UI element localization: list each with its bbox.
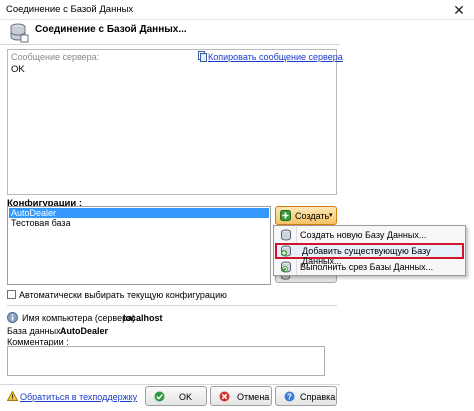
menu-item-add-existing-database[interactable]: Добавить существующую Базу Данных... [275, 243, 464, 266]
right-background [341, 20, 474, 411]
configurations-list[interactable]: AutoDealer Тестовая база [7, 206, 271, 285]
database-slice-icon [281, 261, 291, 273]
copy-icon [198, 51, 207, 62]
cancel-button[interactable]: Отмена [210, 386, 272, 406]
create-button[interactable]: Создать ▾ [275, 206, 337, 225]
create-dropdown-menu: Создать новую Базу Данных... Добавить су… [273, 225, 466, 276]
window-title: Соединение с Базой Данных [6, 4, 134, 15]
title-bar: Соединение с Базой Данных ✕ [0, 0, 474, 20]
server-message-text: OK [11, 64, 25, 75]
list-item[interactable]: Тестовая база [9, 218, 269, 228]
new-database-icon [281, 229, 291, 241]
support-link[interactable]: Обратиться в техподдержку [20, 392, 137, 402]
ok-button-label: OK [179, 392, 193, 402]
menu-item-label: Создать новую Базу Данных... [300, 230, 427, 240]
help-icon: ? [284, 391, 295, 402]
server-message-legend: Сообщение сервера: [11, 52, 100, 62]
add-database-icon [281, 245, 291, 257]
menu-item-database-slice[interactable]: Выполнить срез Базы Данных... [275, 259, 464, 275]
checkmark-icon [154, 391, 165, 402]
menu-item-create-new-database[interactable]: Создать новую Базу Данных... [275, 227, 464, 243]
database-value: AutoDealer [60, 326, 109, 336]
list-item[interactable]: AutoDealer [9, 208, 269, 218]
svg-text:?: ? [287, 392, 292, 401]
close-button[interactable]: ✕ [448, 1, 470, 19]
copy-server-message-link[interactable]: Копировать сообщение сервера [208, 52, 343, 62]
database-icon [10, 23, 29, 43]
cancel-button-label: Отмена [237, 392, 270, 402]
footer-divider [0, 384, 340, 385]
menu-item-label: Выполнить срез Базы Данных... [300, 262, 434, 272]
plus-icon [280, 210, 291, 221]
warning-icon [7, 391, 18, 401]
help-button[interactable]: ? Справка [275, 386, 337, 406]
create-button-label: Создать [295, 211, 330, 221]
cancel-icon [219, 391, 230, 402]
auto-select-label: Автоматически выбирать текущую конфигура… [19, 290, 227, 300]
ok-button[interactable]: OK [145, 386, 207, 406]
header-title: Соединение с Базой Данных... [35, 24, 187, 35]
server-message-box [7, 49, 337, 195]
comments-field[interactable] [7, 346, 325, 376]
info-icon [7, 312, 18, 323]
chevron-down-icon: ▾ [329, 212, 333, 219]
database-label: База данных : [7, 326, 66, 336]
auto-select-checkbox[interactable] [7, 290, 16, 299]
computer-name-value: localhost [123, 313, 163, 323]
help-button-label: Справка [300, 392, 336, 402]
info-divider [7, 305, 337, 306]
header-divider [0, 44, 340, 45]
